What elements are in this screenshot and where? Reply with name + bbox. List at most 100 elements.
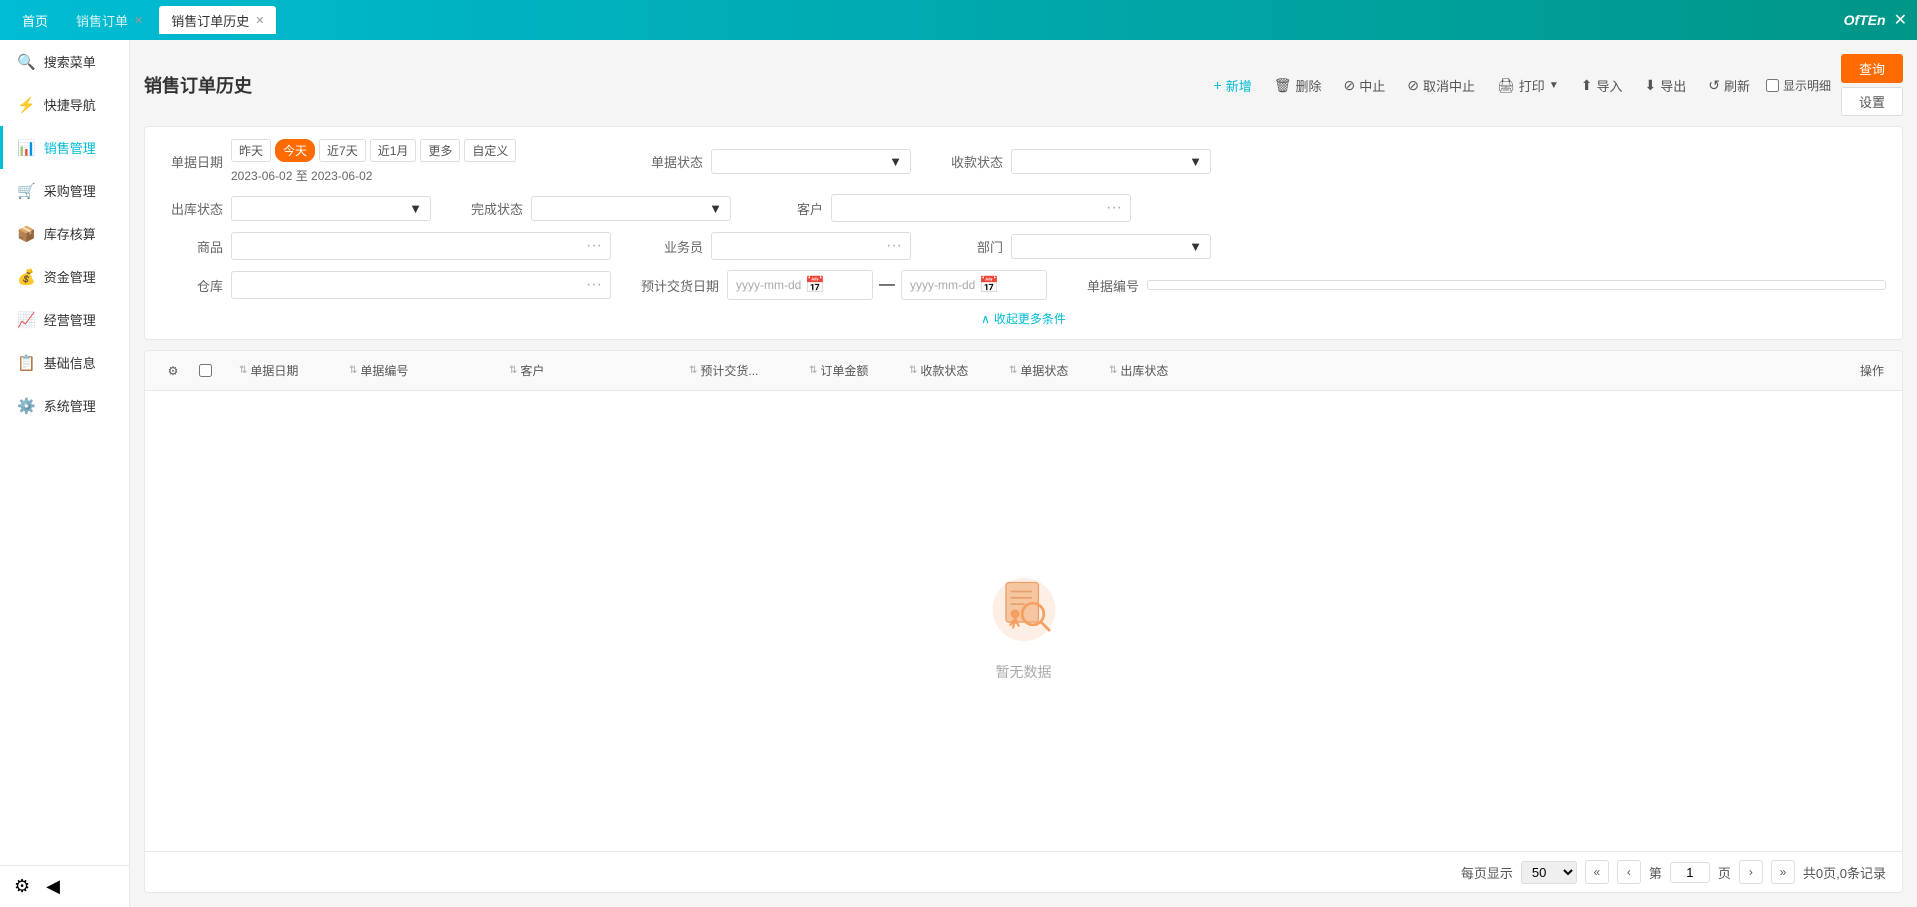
settings-gear-icon: ⚙	[168, 364, 179, 378]
print-button[interactable]: 🖨 打印 ▼	[1491, 72, 1565, 99]
settings-button[interactable]: 设置	[1841, 87, 1903, 116]
page-number-input[interactable]	[1670, 862, 1710, 883]
sort-icon-status: ⇅	[1009, 365, 1017, 376]
sidebar-item-sales-mgmt[interactable]: 📊 销售管理	[0, 126, 129, 169]
cancel-stop-button[interactable]: ⊘ 取消中止	[1401, 72, 1481, 99]
sidebar-item-base-info[interactable]: 📋 基础信息	[0, 341, 129, 384]
th-date-label: 单据日期	[250, 362, 298, 379]
warehouse-dots[interactable]: ···	[586, 276, 602, 294]
delivery-from-value: yyyy-mm-dd	[736, 278, 801, 292]
th-checkbox[interactable]	[191, 364, 231, 377]
th-delivery[interactable]: ⇅ 预计交货...	[681, 362, 801, 379]
empty-state: 暂无数据	[979, 560, 1069, 682]
page-size-select[interactable]: 50 20 100	[1521, 861, 1577, 884]
collapse-row[interactable]: ∧ 收起更多条件	[161, 310, 1886, 327]
import-button[interactable]: ⬆ 导入	[1575, 72, 1629, 99]
purchase-mgmt-icon: 🛒	[17, 182, 36, 200]
th-op-label: 操作	[1860, 362, 1884, 379]
refresh-icon: ↺	[1708, 77, 1720, 94]
th-customer[interactable]: ⇅ 客户	[501, 362, 681, 379]
refresh-button[interactable]: ↺ 刷新	[1702, 72, 1756, 99]
tab-home[interactable]: 首页	[10, 6, 60, 34]
sales-order-tab-close[interactable]: ✕	[134, 14, 143, 27]
outbound-status-select[interactable]: ▼	[231, 196, 431, 221]
empty-illustration	[979, 560, 1069, 650]
add-button[interactable]: + 新增	[1208, 72, 1258, 99]
select-all-checkbox[interactable]	[199, 364, 212, 377]
tab-sales-order[interactable]: 销售订单 ✕	[64, 6, 155, 34]
stop-button[interactable]: ⊘ 中止	[1338, 72, 1392, 99]
customer-dots[interactable]: ···	[1106, 199, 1122, 217]
product-dots[interactable]: ···	[586, 237, 602, 255]
print-arrow-icon: ▼	[1549, 80, 1559, 91]
filter-panel: 单据日期 昨天 今天 近7天 近1月 更多 自定义 2023-06-02 至 2…	[144, 126, 1903, 340]
home-tab-label: 首页	[22, 11, 48, 30]
outbound-status-label: 出库状态	[161, 199, 231, 218]
sidebar-item-search-menu[interactable]: 🔍 搜索菜单	[0, 40, 129, 83]
query-button[interactable]: 查询	[1841, 54, 1903, 83]
first-page-btn[interactable]: «	[1585, 860, 1609, 884]
page-number-label: 第	[1649, 863, 1662, 882]
display-toggle[interactable]: 显示明细	[1766, 77, 1831, 94]
th-date[interactable]: ⇅ 单据日期	[231, 362, 341, 379]
quick-nav-icon: ⚡	[17, 96, 36, 114]
sidebar-item-sys-mgmt[interactable]: ⚙️ 系统管理	[0, 384, 129, 427]
th-settings[interactable]: ⚙	[155, 364, 191, 378]
filter-row-3: 商品 ··· 业务员 ··· 部门 ▼	[161, 232, 1886, 260]
tab-sales-order-history[interactable]: 销售订单历史 ✕	[159, 6, 276, 34]
delivery-date-from[interactable]: yyyy-mm-dd 📅	[727, 270, 873, 300]
page-title: 销售订单历史	[144, 72, 1208, 98]
sales-mgmt-icon: 📊	[17, 139, 36, 157]
sort-icon-date: ⇅	[239, 365, 247, 376]
th-out[interactable]: ⇅ 出库状态	[1101, 362, 1201, 379]
date-1month-btn[interactable]: 近1月	[370, 139, 417, 162]
sidebar-item-finance[interactable]: 💰 资金管理	[0, 255, 129, 298]
th-amount[interactable]: ⇅ 订单金额	[801, 362, 901, 379]
date-custom-btn[interactable]: 自定义	[464, 139, 516, 162]
inventory-icon: 📦	[17, 225, 36, 243]
delete-button[interactable]: 🗑 删除	[1268, 72, 1328, 99]
date-7days-btn[interactable]: 近7天	[319, 139, 366, 162]
last-page-btn[interactable]: »	[1771, 860, 1795, 884]
th-out-label: 出库状态	[1120, 362, 1168, 379]
sort-icon-delivery: ⇅	[689, 365, 697, 376]
th-status[interactable]: ⇅ 单据状态	[1001, 362, 1101, 379]
delivery-date-to[interactable]: yyyy-mm-dd 📅	[901, 270, 1047, 300]
display-toggle-checkbox[interactable]	[1766, 79, 1779, 92]
export-button[interactable]: ⬇ 导出	[1638, 72, 1692, 99]
sidebar-item-purchase-mgmt[interactable]: 🛒 采购管理	[0, 169, 129, 212]
date-yesterday-btn[interactable]: 昨天	[231, 139, 271, 162]
delivery-to-value: yyyy-mm-dd	[910, 278, 975, 292]
date-more-btn[interactable]: 更多	[420, 139, 460, 162]
department-select[interactable]: ▼	[1011, 234, 1211, 259]
th-receipt-label: 收款状态	[920, 362, 968, 379]
receipt-status-arrow: ▼	[1189, 154, 1202, 169]
order-num-input[interactable]	[1147, 280, 1886, 290]
th-num[interactable]: ⇅ 单据编号	[341, 362, 501, 379]
date-today-btn[interactable]: 今天	[275, 139, 315, 162]
add-icon: +	[1214, 77, 1222, 93]
sort-icon-num: ⇅	[349, 365, 357, 376]
base-info-icon: 📋	[17, 354, 36, 372]
sidebar-item-label-purchase: 采购管理	[44, 181, 96, 200]
th-receipt[interactable]: ⇅ 收款状态	[901, 362, 1001, 379]
date-section: 昨天 今天 近7天 近1月 更多 自定义 2023-06-02 至 2023-0…	[231, 139, 516, 184]
salesperson-dots[interactable]: ···	[886, 237, 902, 255]
sidebar-collapse-icon[interactable]: ◀	[46, 876, 60, 897]
window-close-btn[interactable]: ✕	[1894, 10, 1907, 30]
sales-order-history-tab-close[interactable]: ✕	[255, 14, 264, 27]
sidebar-item-inventory[interactable]: 📦 库存核算	[0, 212, 129, 255]
completion-status-select[interactable]: ▼	[531, 196, 731, 221]
receipt-status-select[interactable]: ▼	[1011, 149, 1211, 174]
sidebar-item-label-sales: 销售管理	[44, 138, 96, 157]
total-label: 共0页,0条记录	[1803, 863, 1886, 882]
sidebar-item-operations[interactable]: 📈 经营管理	[0, 298, 129, 341]
customer-input[interactable]: ···	[831, 194, 1131, 222]
order-status-select[interactable]: ▼	[711, 149, 911, 174]
top-bar: 首页 销售订单 ✕ 销售订单历史 ✕ OfTEn ✕	[0, 0, 1917, 40]
sidebar-settings-icon[interactable]: ⚙	[14, 876, 30, 897]
sidebar-item-quick-nav[interactable]: ⚡ 快捷导航	[0, 83, 129, 126]
next-page-btn[interactable]: ›	[1739, 860, 1763, 884]
operations-icon: 📈	[17, 311, 36, 329]
prev-page-btn[interactable]: ‹	[1617, 860, 1641, 884]
